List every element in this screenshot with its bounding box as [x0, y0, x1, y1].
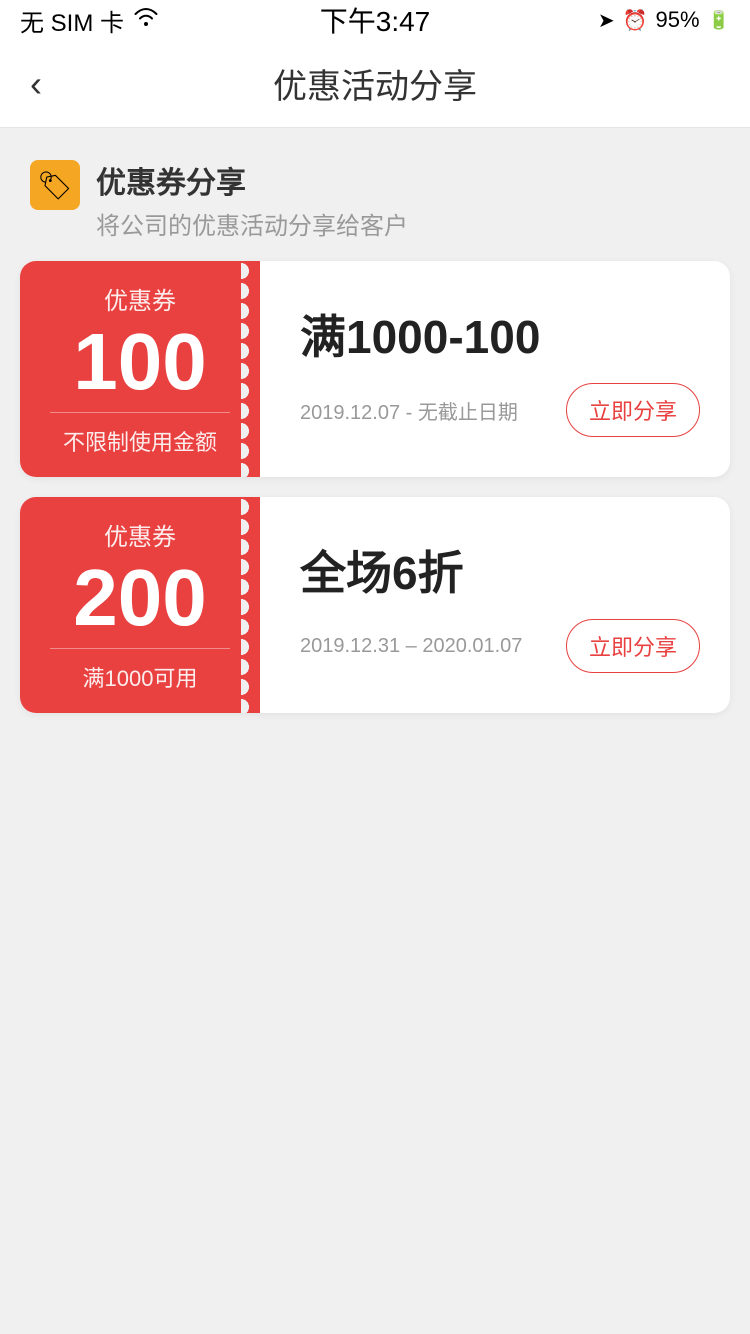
coupon-date-1: 2019.12.07 - 无截止日期 — [300, 396, 556, 425]
coupon-bottom-row-2: 2019.12.31 – 2020.01.07 立即分享 — [300, 619, 700, 673]
share-button-1[interactable]: 立即分享 — [566, 383, 700, 437]
section-header: 🏷 优惠券分享 将公司的优惠活动分享给客户 — [0, 128, 750, 261]
page-title: 优惠活动分享 — [273, 59, 477, 108]
back-button[interactable]: ‹ — [30, 63, 42, 105]
coupon-label-2: 优惠券 — [104, 517, 176, 552]
section-title: 优惠券分享 — [96, 158, 408, 202]
alarm-icon: ⏰ — [623, 8, 648, 33]
section-icon: 🏷 — [30, 160, 80, 210]
battery-text: 95% — [656, 7, 700, 33]
carrier-text: 无 SIM 卡 — [20, 3, 124, 38]
coupon-left-2: 优惠券 200 满1000可用 — [20, 497, 260, 713]
section-desc: 将公司的优惠活动分享给客户 — [96, 206, 408, 241]
coupon-condition-2: 满1000可用 — [83, 661, 198, 693]
coupon-condition-1: 不限制使用金额 — [63, 425, 217, 457]
nav-bar: ‹ 优惠活动分享 — [0, 40, 750, 128]
coupon-share-icon: 🏷 — [37, 169, 73, 202]
status-right: ➤ ⏰ 95% 🔋 — [598, 7, 730, 33]
coupon-bottom-row-1: 2019.12.07 - 无截止日期 立即分享 — [300, 383, 700, 437]
coupon-divider-2 — [50, 648, 230, 649]
empty-area — [0, 733, 750, 1233]
coupon-name-1: 满1000-100 — [300, 301, 700, 367]
coupon-right-1: 满1000-100 2019.12.07 - 无截止日期 立即分享 — [260, 261, 730, 477]
battery-icon: 🔋 — [708, 10, 730, 31]
coupon-amount-1: 100 — [73, 322, 206, 402]
coupon-card-2: 优惠券 200 满1000可用 全场6折 2019.12.31 – 2020.0… — [20, 497, 730, 713]
status-time: 下午3:47 — [320, 0, 431, 40]
coupon-left-1: 优惠券 100 不限制使用金额 — [20, 261, 260, 477]
coupon-right-2: 全场6折 2019.12.31 – 2020.01.07 立即分享 — [260, 497, 730, 713]
wifi-icon — [132, 6, 160, 35]
location-icon: ➤ — [598, 8, 615, 33]
share-button-2[interactable]: 立即分享 — [566, 619, 700, 673]
status-bar: 无 SIM 卡 下午3:47 ➤ ⏰ 95% 🔋 — [0, 0, 750, 40]
coupon-divider-1 — [50, 412, 230, 413]
coupon-card-1: 优惠券 100 不限制使用金额 满1000-100 2019.12.07 - 无… — [20, 261, 730, 477]
coupon-list: 优惠券 100 不限制使用金额 满1000-100 2019.12.07 - 无… — [0, 261, 750, 733]
coupon-date-2: 2019.12.31 – 2020.01.07 — [300, 635, 556, 658]
coupon-name-2: 全场6折 — [300, 537, 700, 603]
coupon-label-1: 优惠券 — [104, 281, 176, 316]
status-left: 无 SIM 卡 — [20, 3, 160, 38]
section-text: 优惠券分享 将公司的优惠活动分享给客户 — [96, 158, 408, 241]
coupon-amount-2: 200 — [73, 558, 206, 638]
